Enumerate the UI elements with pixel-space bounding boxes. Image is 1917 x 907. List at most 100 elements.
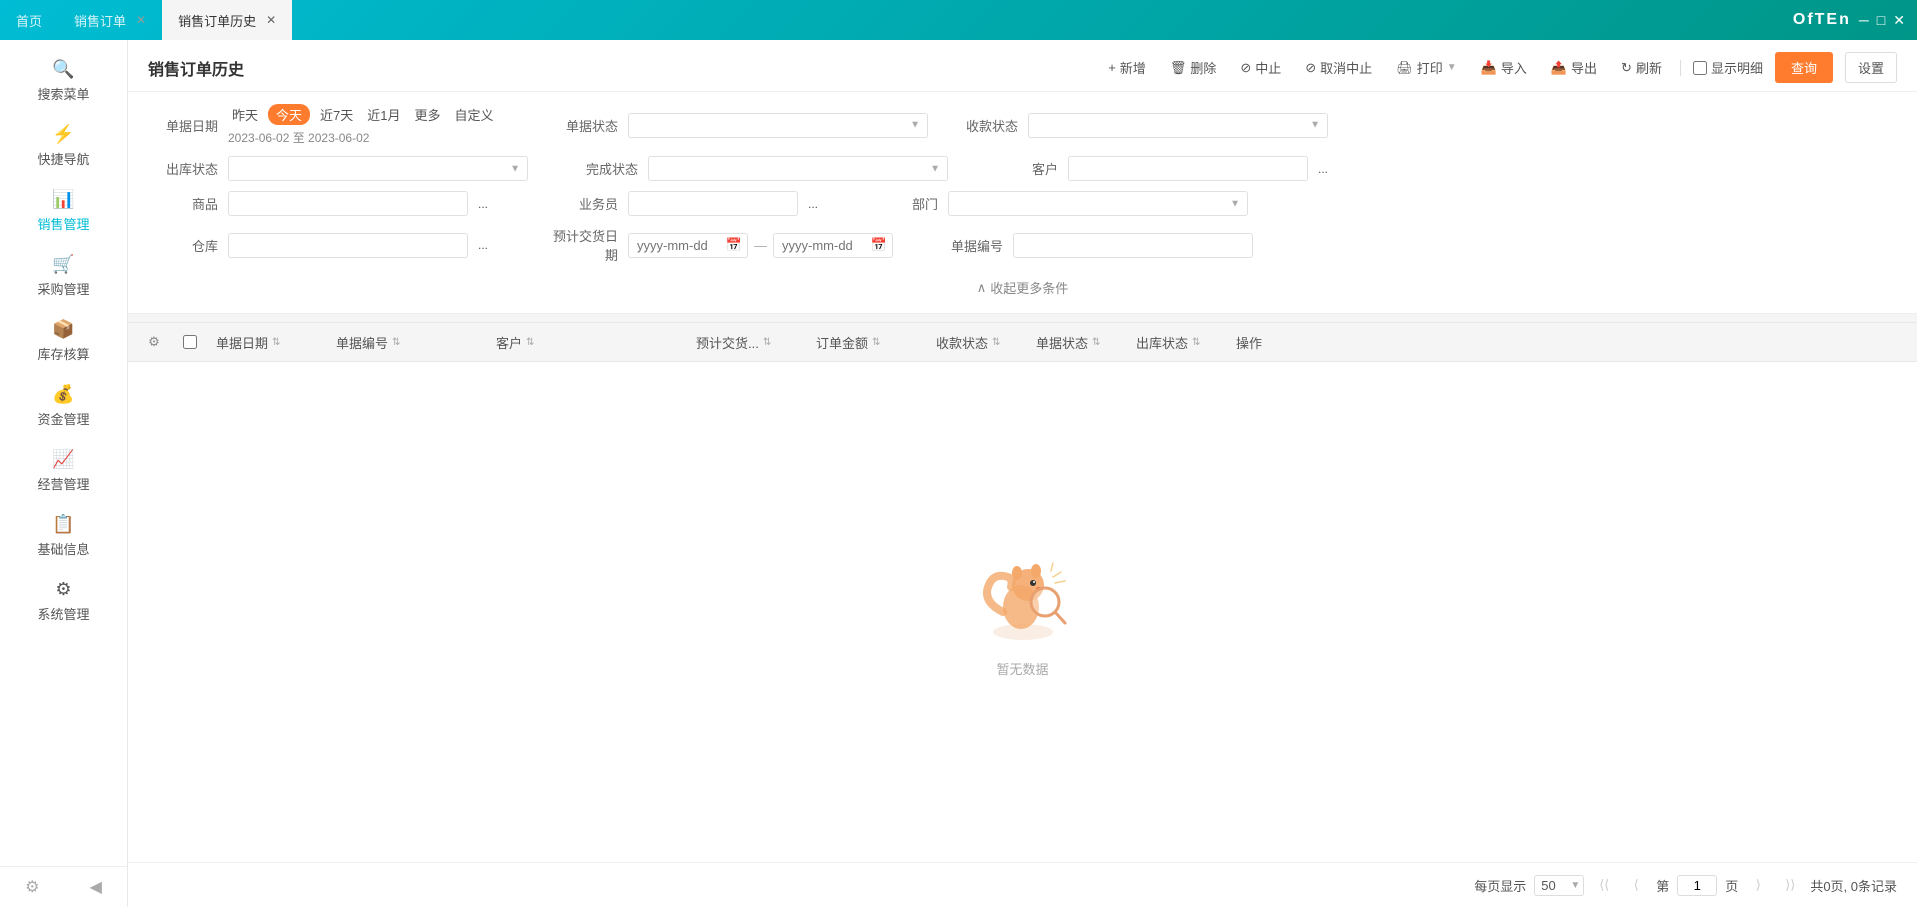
tab-sales-order-history-close[interactable]: ✕: [266, 13, 276, 27]
import-button[interactable]: 📥 导入: [1475, 54, 1533, 81]
th-order-status[interactable]: 单据状态 ⇅: [1028, 333, 1128, 352]
sidebar-item-finance[interactable]: 💰 资金管理: [0, 373, 127, 438]
th-date-label: 单据日期: [216, 333, 268, 352]
sidebar-item-operations[interactable]: 📈 经营管理: [0, 438, 127, 503]
delivery-status-select[interactable]: [228, 156, 528, 181]
product-more-link[interactable]: ...: [472, 197, 494, 211]
salesperson-input[interactable]: [628, 191, 798, 216]
customer-more-link[interactable]: ...: [1312, 162, 1334, 176]
page-size-select[interactable]: 10 20 50 100: [1534, 875, 1584, 896]
sidebar-item-sales-mgmt-label: 销售管理: [37, 214, 89, 233]
order-status-select[interactable]: [628, 113, 928, 138]
sidebar-item-inventory-label: 库存核算: [37, 344, 89, 363]
sidebar-item-inventory[interactable]: 📦 库存核算: [0, 308, 127, 373]
th-amount-sort-icon: ⇅: [872, 337, 880, 348]
refresh-button[interactable]: ↻ 刷新: [1615, 54, 1668, 81]
cancel-stop-button[interactable]: ⊘ 取消中止: [1299, 54, 1378, 81]
sidebar-item-system-mgmt[interactable]: ⚙ 系统管理: [0, 568, 127, 633]
th-amount[interactable]: 订单金额 ⇅: [808, 333, 928, 352]
sidebar-settings-icon[interactable]: ⚙: [25, 877, 39, 897]
top-bar-right: OfTEn ─ □ ✕: [1781, 11, 1917, 29]
window-minimize-btn[interactable]: ─: [1859, 12, 1869, 28]
product-label: 商品: [148, 194, 228, 213]
pay-status-select[interactable]: [1028, 113, 1328, 138]
tab-home[interactable]: 首页: [0, 0, 58, 40]
pagination-last-btn[interactable]: ⟩⟩: [1778, 873, 1802, 897]
delivery-status-wrapper: ▼: [228, 156, 528, 181]
pagination-prev-btn[interactable]: ⟨: [1624, 873, 1648, 897]
warehouse-input[interactable]: [228, 233, 468, 258]
th-order-status-label: 单据状态: [1036, 333, 1088, 352]
sidebar-item-base-info[interactable]: 📋 基础信息: [0, 503, 127, 568]
date-range-display: 2023-06-02 至 2023-06-02: [228, 129, 508, 146]
department-select[interactable]: [948, 191, 1248, 216]
complete-status-select[interactable]: [648, 156, 948, 181]
product-input[interactable]: [228, 191, 468, 216]
delivery-date-separator: —: [754, 238, 767, 253]
finance-icon: 💰: [53, 383, 75, 405]
export-button[interactable]: 📤 导出: [1545, 54, 1603, 81]
warehouse-more-link[interactable]: ...: [472, 238, 494, 252]
pay-status-label: 收款状态: [948, 116, 1028, 135]
sidebar-item-sales-mgmt[interactable]: 📊 销售管理: [0, 178, 127, 243]
tab-sales-order[interactable]: 销售订单 ✕: [58, 0, 162, 40]
total-info: 共0页, 0条记录: [1810, 876, 1897, 895]
th-customer[interactable]: 客户 ⇅: [488, 333, 688, 352]
show-details-checkbox-wrapper[interactable]: 显示明细: [1693, 58, 1763, 77]
show-details-checkbox[interactable]: [1693, 61, 1707, 75]
tab-bar: 首页 销售订单 ✕ 销售订单历史 ✕: [0, 0, 1781, 40]
quick-nav-icon: ⚡: [53, 123, 75, 145]
date-yesterday-btn[interactable]: 昨天: [228, 104, 262, 125]
stop-button[interactable]: ⊘ 中止: [1234, 54, 1287, 81]
th-delivery-status[interactable]: 出库状态 ⇅: [1128, 333, 1228, 352]
filter-row-3: 商品 ... 业务员 ... 部门 ▼: [148, 191, 1897, 216]
tab-sales-order-history[interactable]: 销售订单历史 ✕: [162, 0, 292, 40]
table-select-all-wrapper[interactable]: [172, 335, 208, 349]
add-button[interactable]: + 新增: [1102, 54, 1152, 81]
window-close-btn[interactable]: ✕: [1893, 12, 1905, 29]
brand-label: OfTEn: [1793, 11, 1851, 29]
th-pay-status[interactable]: 收款状态 ⇅: [928, 333, 1028, 352]
tab-sales-order-close[interactable]: ✕: [136, 13, 146, 27]
customer-label: 客户: [988, 159, 1068, 178]
delivery-date-end-calendar-icon[interactable]: 📅: [871, 237, 887, 253]
window-maximize-btn[interactable]: □: [1877, 12, 1885, 28]
date-custom-btn[interactable]: 自定义: [451, 104, 498, 125]
collapse-up-icon: ∧: [977, 280, 987, 296]
filter-area: 单据日期 昨天 今天 近7天 近1月 更多 自定义 2023-06-02 至 2…: [128, 92, 1917, 314]
sidebar-item-search-menu[interactable]: 🔍 搜索菜单: [0, 48, 127, 113]
sidebar: 🔍 搜索菜单 ⚡ 快捷导航 📊 销售管理 🛒 采购管理 📦 库存核算 💰 资金管…: [0, 40, 128, 907]
page-number-input[interactable]: [1677, 875, 1717, 896]
department-label: 部门: [868, 194, 948, 213]
salesperson-more-link[interactable]: ...: [802, 197, 824, 211]
main-layout: 🔍 搜索菜单 ⚡ 快捷导航 📊 销售管理 🛒 采购管理 📦 库存核算 💰 资金管…: [0, 40, 1917, 907]
date-last7-btn[interactable]: 近7天: [316, 104, 357, 125]
table-settings-btn[interactable]: ⚙: [136, 334, 172, 350]
page-header: 销售订单历史 + 新增 🗑 删除 ⊘ 中止 ⊘ 取消中止: [128, 40, 1917, 92]
date-more-btn[interactable]: 更多: [411, 104, 445, 125]
date-today-btn[interactable]: 今天: [268, 104, 310, 125]
sidebar-collapse-icon[interactable]: ◀: [90, 877, 102, 897]
table-select-all-checkbox[interactable]: [183, 335, 197, 349]
sidebar-item-purchase-mgmt[interactable]: 🛒 采购管理: [0, 243, 127, 308]
date-last-month-btn[interactable]: 近1月: [363, 104, 404, 125]
query-button[interactable]: 查询: [1775, 52, 1833, 83]
pagination-next-btn[interactable]: ⟩: [1746, 873, 1770, 897]
th-delivery-date-sort-icon: ⇅: [763, 337, 771, 348]
delete-button[interactable]: 🗑 删除: [1164, 54, 1223, 81]
collapse-btn[interactable]: ∧ 收起更多条件: [977, 274, 1069, 301]
customer-input[interactable]: [1068, 156, 1308, 181]
th-delivery-date-label: 预计交货...: [696, 333, 759, 352]
delivery-date-start-calendar-icon[interactable]: 📅: [726, 237, 742, 253]
print-button[interactable]: 🖨 打印 ▼: [1390, 54, 1462, 81]
pagination-first-btn[interactable]: ⟨⟨: [1592, 873, 1616, 897]
sidebar-item-quick-nav[interactable]: ⚡ 快捷导航: [0, 113, 127, 178]
th-number[interactable]: 单据编号 ⇅: [328, 333, 488, 352]
collapse-label: 收起更多条件: [990, 278, 1068, 297]
th-date[interactable]: 单据日期 ⇅: [208, 333, 328, 352]
th-delivery-status-sort-icon: ⇅: [1192, 337, 1200, 348]
print-dropdown-icon[interactable]: ▼: [1447, 62, 1457, 73]
th-delivery-date[interactable]: 预计交货... ⇅: [688, 333, 808, 352]
order-number-input[interactable]: [1013, 233, 1253, 258]
settings-button[interactable]: 设置: [1845, 52, 1897, 83]
